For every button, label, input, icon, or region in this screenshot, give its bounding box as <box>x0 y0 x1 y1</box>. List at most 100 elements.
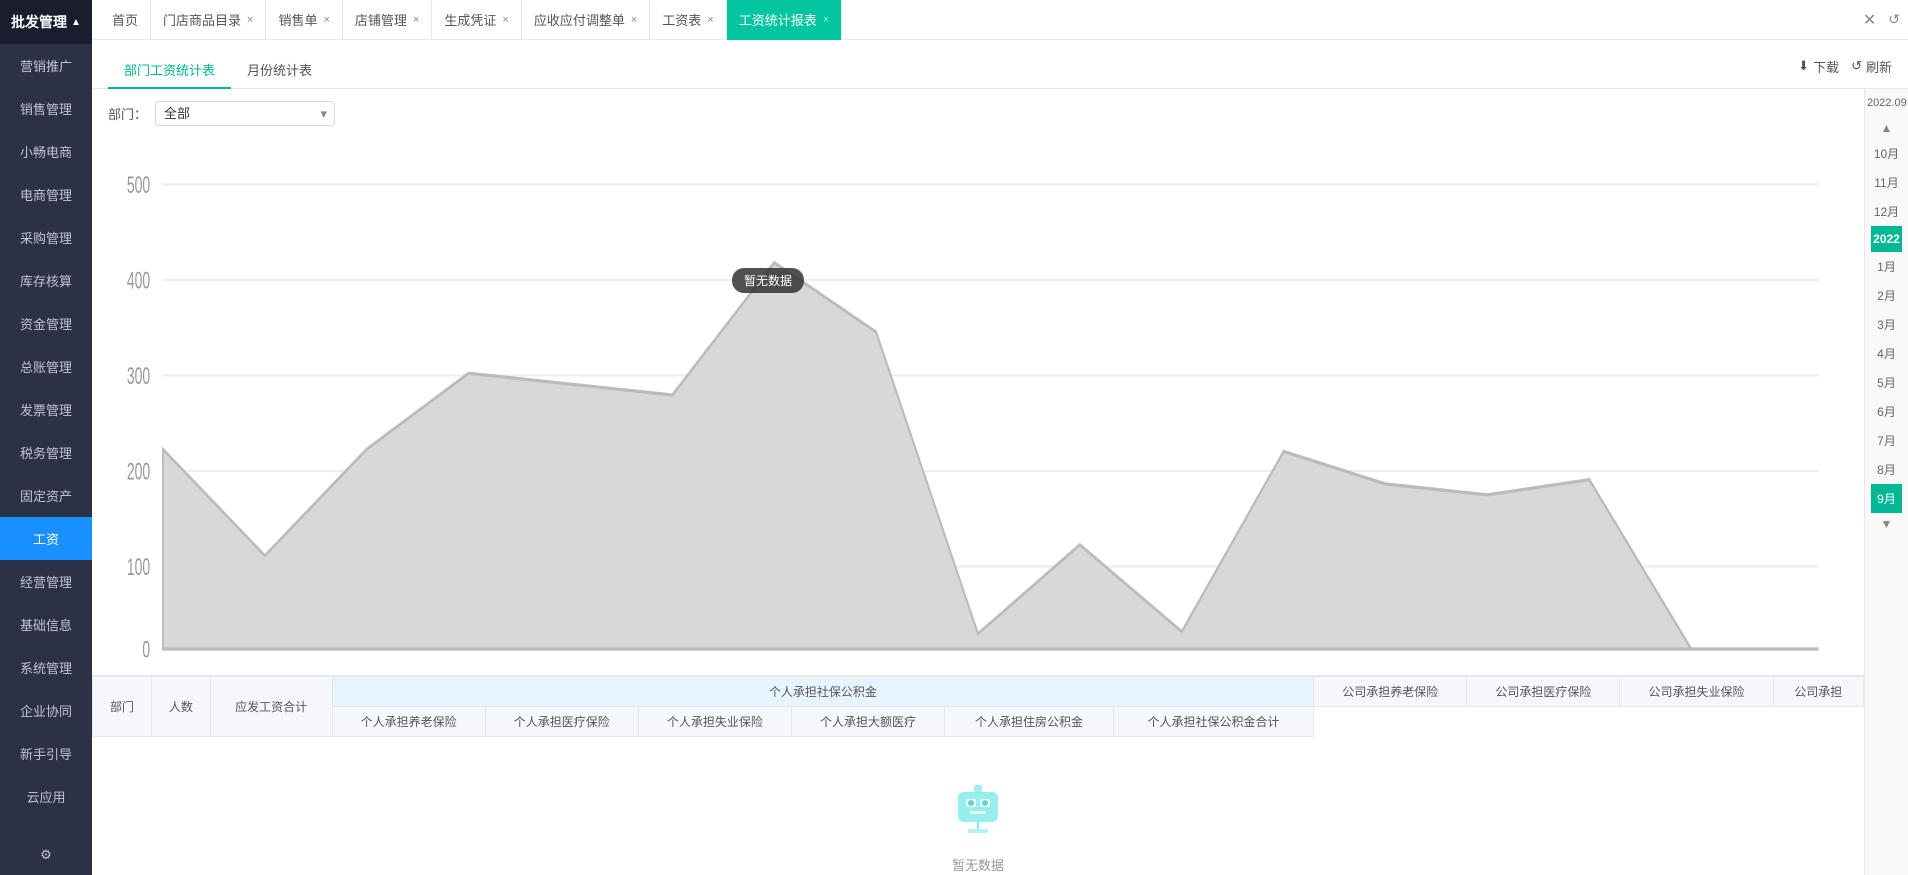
content-area: 部门工资统计表月份统计表 ⬇ 下载 ↺ 刷新 部门： <box>92 40 1908 875</box>
date-sidebar: 2022.09 ▲ 10月11月12月20221月2月3月4月5月6月7月8月9… <box>1864 89 1908 875</box>
sidebar-title: 批发管理 ▲ <box>0 0 92 44</box>
subtab-部门工资统计表[interactable]: 部门工资统计表 <box>108 52 231 89</box>
date-item-10月[interactable]: 10月 <box>1871 139 1902 168</box>
subtab-月份统计表[interactable]: 月份统计表 <box>231 52 328 89</box>
tab-close-icon[interactable]: × <box>247 14 253 26</box>
sidebar: 批发管理 ▲ 营销推广销售管理小畅电商电商管理采购管理库存核算资金管理总账管理发… <box>0 0 92 875</box>
col-department: 部门 <box>93 677 152 737</box>
tab-label: 生成凭证 <box>444 10 496 29</box>
sidebar-item-经营管理[interactable]: 经营管理 <box>0 560 92 603</box>
sidebar-item-基础信息[interactable]: 基础信息 <box>0 603 92 646</box>
col-people: 人数 <box>151 677 210 737</box>
tab-bar: 首页门店商品目录×销售单×店铺管理×生成凭证×应收应付调整单×工资表×工资统计报… <box>92 0 1908 40</box>
tab-close-icon[interactable]: × <box>823 14 829 26</box>
date-item-1月[interactable]: 1月 <box>1871 252 1902 281</box>
sub-tabs: 部门工资统计表月份统计表 ⬇ 下载 ↺ 刷新 <box>92 40 1908 89</box>
filter-label: 部门： <box>108 104 147 123</box>
col-company-old: 公司承担养老保险 <box>1314 677 1467 707</box>
tab-close-icon[interactable]: × <box>631 14 637 26</box>
settings-button[interactable]: ⚙ <box>0 835 92 875</box>
tab-label: 工资统计报表 <box>739 10 817 29</box>
sidebar-item-总账管理[interactable]: 总账管理 <box>0 345 92 388</box>
sidebar-item-资金管理[interactable]: 资金管理 <box>0 302 92 345</box>
date-up-arrow[interactable]: ▲ <box>1877 117 1897 139</box>
chart-svg: 500 400 300 200 100 0 <box>112 154 1844 675</box>
tab-label: 销售单 <box>278 10 317 29</box>
date-item-4月[interactable]: 4月 <box>1871 339 1902 368</box>
empty-state: 暂无数据 <box>92 737 1864 875</box>
tab-应收应付调整单[interactable]: 应收应付调整单 × <box>522 0 650 40</box>
col-group-personal: 个人承担社保公积金 <box>332 677 1314 707</box>
sidebar-item-小畅电商[interactable]: 小畅电商 <box>0 130 92 173</box>
tab-生成凭证[interactable]: 生成凭证 × <box>432 0 521 40</box>
tab-bar-refresh[interactable]: ↺ <box>1888 11 1900 28</box>
date-current-period: 2022.09 <box>1865 89 1908 117</box>
tab-label: 应收应付调整单 <box>534 10 625 29</box>
refresh-button[interactable]: ↺ 刷新 <box>1851 57 1892 76</box>
svg-text:300: 300 <box>127 363 150 390</box>
tab-工资表[interactable]: 工资表× <box>650 0 726 40</box>
tab-销售单[interactable]: 销售单 × <box>266 0 342 40</box>
sidebar-item-工资[interactable]: 工资 <box>0 517 92 560</box>
col-per-med: 个人承担医疗保险 <box>485 707 638 737</box>
date-item-8月[interactable]: 8月 <box>1871 455 1902 484</box>
sidebar-item-采购管理[interactable]: 采购管理 <box>0 216 92 259</box>
date-down-arrow[interactable]: ▼ <box>1877 513 1897 535</box>
sidebar-item-库存核算[interactable]: 库存核算 <box>0 259 92 302</box>
download-button[interactable]: ⬇ 下载 <box>1798 57 1839 76</box>
content-body: 部门： 全部 500 400 300 200 100 <box>92 89 1908 875</box>
tabs-container: 首页门店商品目录×销售单×店铺管理×生成凭证×应收应付调整单×工资表×工资统计报… <box>100 0 842 39</box>
tab-label: 店铺管理 <box>355 10 407 29</box>
date-item-12月[interactable]: 12月 <box>1871 197 1902 226</box>
tab-close-icon[interactable]: × <box>502 14 508 26</box>
tab-工资统计报表[interactable]: 工资统计报表 × <box>727 0 842 40</box>
subtabs-container: 部门工资统计表月份统计表 <box>108 52 328 88</box>
svg-text:400: 400 <box>127 268 150 295</box>
svg-text:100: 100 <box>127 554 150 581</box>
tab-label: 首页 <box>112 10 138 29</box>
col-per-total: 个人承担社保公积金合计 <box>1113 707 1313 737</box>
tab-门店商品目录[interactable]: 门店商品目录× <box>151 0 266 40</box>
sidebar-item-税务管理[interactable]: 税务管理 <box>0 431 92 474</box>
sidebar-item-销售管理[interactable]: 销售管理 <box>0 87 92 130</box>
table-section[interactable]: 部门 人数 应发工资合计 个人承担社保公积金 公司承担养老保险 公司承担医疗保险… <box>92 675 1864 875</box>
sidebar-item-新手引导[interactable]: 新手引导 <box>0 732 92 775</box>
sidebar-item-固定资产[interactable]: 固定资产 <box>0 474 92 517</box>
tab-bar-close-button[interactable]: ✕ <box>1855 6 1884 34</box>
date-item-7月[interactable]: 7月 <box>1871 426 1902 455</box>
date-item-2月[interactable]: 2月 <box>1871 281 1902 310</box>
col-per-old: 个人承担养老保险 <box>332 707 485 737</box>
date-item-3月[interactable]: 3月 <box>1871 310 1902 339</box>
col-company-other: 公司承担 <box>1773 677 1863 707</box>
tab-首页[interactable]: 首页 <box>100 0 151 40</box>
col-total-salary: 应发工资合计 <box>210 677 332 737</box>
empty-text: 暂无数据 <box>952 855 1004 874</box>
col-company-med: 公司承担医疗保险 <box>1467 677 1620 707</box>
date-months-container: 10月11月12月20221月2月3月4月5月6月7月8月9月 <box>1871 139 1902 513</box>
department-select-wrapper: 全部 <box>155 101 335 126</box>
date-item-5月[interactable]: 5月 <box>1871 368 1902 397</box>
tab-close-icon[interactable]: × <box>413 14 419 26</box>
tab-close-icon[interactable]: × <box>323 14 329 26</box>
sidebar-item-云应用[interactable]: 云应用 <box>0 775 92 818</box>
main-area: 首页门店商品目录×销售单×店铺管理×生成凭证×应收应付调整单×工资表×工资统计报… <box>92 0 1908 875</box>
svg-text:500: 500 <box>127 172 150 199</box>
chart-area: 500 400 300 200 100 0 <box>92 138 1864 675</box>
date-item-11月[interactable]: 11月 <box>1871 168 1902 197</box>
col-company-unemp: 公司承担失业保险 <box>1620 677 1773 707</box>
sidebar-item-营销推广[interactable]: 营销推广 <box>0 44 92 87</box>
sidebar-item-发票管理[interactable]: 发票管理 <box>0 388 92 431</box>
date-item-9月[interactable]: 9月 <box>1871 484 1902 513</box>
sidebar-item-企业协同[interactable]: 企业协同 <box>0 689 92 732</box>
content-main: 部门： 全部 500 400 300 200 100 <box>92 89 1864 875</box>
date-item-6月[interactable]: 6月 <box>1871 397 1902 426</box>
tab-店铺管理[interactable]: 店铺管理 × <box>343 0 432 40</box>
filter-row: 部门： 全部 <box>92 89 1864 138</box>
col-per-house: 个人承担住房公积金 <box>945 707 1114 737</box>
tab-close-icon[interactable]: × <box>707 14 713 26</box>
sidebar-item-系统管理[interactable]: 系统管理 <box>0 646 92 689</box>
department-select[interactable]: 全部 <box>155 101 335 126</box>
date-item-2022[interactable]: 2022 <box>1871 226 1902 252</box>
sidebar-item-电商管理[interactable]: 电商管理 <box>0 173 92 216</box>
empty-icon <box>938 767 1018 847</box>
